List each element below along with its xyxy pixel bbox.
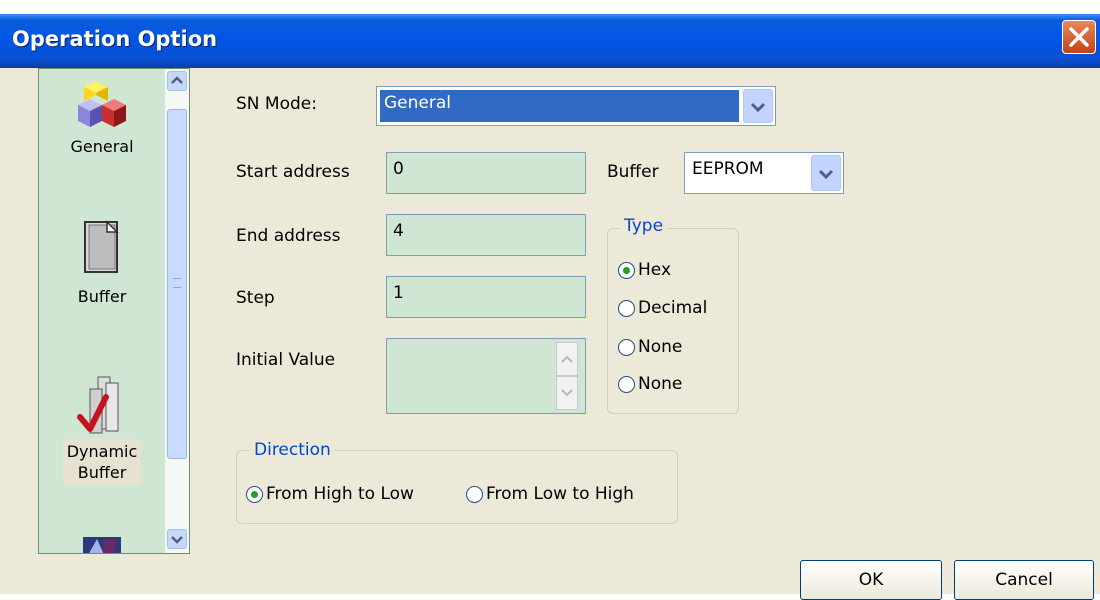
top-strip bbox=[0, 0, 1100, 14]
radio-label: From High to Low bbox=[266, 484, 414, 504]
type-radio-none-1[interactable]: None bbox=[618, 337, 682, 357]
chevron-down-icon bbox=[818, 169, 834, 180]
cubes-icon bbox=[78, 81, 126, 127]
radio-icon bbox=[618, 375, 635, 393]
step-label: Step bbox=[236, 288, 275, 308]
buffer-select[interactable]: EEPROM bbox=[684, 152, 844, 194]
sidebar-item-label: General bbox=[70, 137, 134, 156]
chevron-up-icon bbox=[561, 355, 573, 363]
radio-selected-icon bbox=[246, 485, 263, 503]
sidebar-item-buffer[interactable]: Buffer bbox=[39, 219, 165, 306]
scroll-up-button[interactable] bbox=[167, 71, 187, 91]
sn-mode-value: General bbox=[380, 90, 739, 122]
sidebar-nav[interactable]: General Buffer Dynamic Buffer bbox=[38, 68, 190, 554]
type-radio-hex[interactable]: Hex bbox=[618, 260, 671, 280]
type-radio-none-2[interactable]: None bbox=[618, 374, 682, 394]
start-address-field[interactable]: 0 bbox=[386, 152, 586, 194]
sn-mode-dropdown-button[interactable] bbox=[743, 89, 773, 123]
direction-radio-low-to-high[interactable]: From Low to High bbox=[466, 484, 634, 504]
page-icon bbox=[84, 220, 119, 273]
ok-button[interactable]: OK bbox=[800, 560, 942, 600]
initial-value-spin-down[interactable] bbox=[556, 376, 578, 410]
buffer-label: Buffer bbox=[607, 162, 659, 182]
sn-mode-select[interactable]: General bbox=[376, 86, 776, 126]
end-address-label: End address bbox=[236, 226, 341, 246]
radio-icon bbox=[618, 299, 635, 317]
dialog-title: Operation Option bbox=[12, 27, 218, 51]
radio-selected-icon bbox=[618, 261, 635, 279]
sidebar-item-dynamic-buffer[interactable]: Dynamic Buffer bbox=[39, 373, 165, 485]
scroll-grip bbox=[173, 278, 181, 288]
chevron-down-icon bbox=[171, 536, 183, 544]
radio-label: Hex bbox=[638, 260, 672, 280]
chevron-down-icon bbox=[561, 389, 573, 397]
radio-icon bbox=[466, 485, 483, 503]
step-field[interactable]: 1 bbox=[386, 276, 586, 318]
type-radio-decimal[interactable]: Decimal bbox=[618, 298, 707, 318]
type-group-title: Type bbox=[620, 216, 668, 236]
radio-label: None bbox=[638, 337, 683, 357]
sidebar-item-label: Buffer bbox=[77, 287, 127, 306]
dynamic-buffer-icon bbox=[77, 376, 119, 434]
sidebar-item-general[interactable]: General bbox=[39, 77, 165, 156]
sidebar-item-label: Dynamic Buffer bbox=[62, 439, 142, 485]
title-bar: Operation Option bbox=[0, 14, 1100, 68]
chevron-down-icon bbox=[750, 102, 766, 113]
radio-label: From Low to High bbox=[486, 484, 634, 504]
sn-mode-label: SN Mode: bbox=[236, 94, 317, 114]
initial-value-spin-up[interactable] bbox=[556, 342, 578, 376]
direction-group-title: Direction bbox=[250, 440, 335, 460]
start-address-label: Start address bbox=[236, 162, 350, 182]
radio-label: Decimal bbox=[638, 298, 708, 318]
chevron-up-icon bbox=[171, 76, 183, 84]
initial-value-label: Initial Value bbox=[236, 350, 336, 370]
buffer-dropdown-button[interactable] bbox=[811, 155, 841, 191]
direction-radio-high-to-low[interactable]: From High to Low bbox=[246, 484, 414, 504]
end-address-field[interactable]: 4 bbox=[386, 214, 586, 256]
close-button[interactable] bbox=[1062, 20, 1096, 54]
cancel-button[interactable]: Cancel bbox=[954, 560, 1094, 600]
close-icon bbox=[1069, 27, 1089, 47]
sidebar-item-next[interactable] bbox=[39, 537, 165, 553]
radio-icon bbox=[618, 338, 635, 356]
buffer-value: EEPROM bbox=[692, 159, 764, 179]
radio-label: None bbox=[638, 374, 683, 394]
partial-icon bbox=[83, 537, 121, 553]
sidebar-scrollbar[interactable] bbox=[165, 69, 189, 553]
scroll-thumb[interactable] bbox=[167, 109, 187, 459]
scroll-down-button[interactable] bbox=[167, 529, 187, 549]
